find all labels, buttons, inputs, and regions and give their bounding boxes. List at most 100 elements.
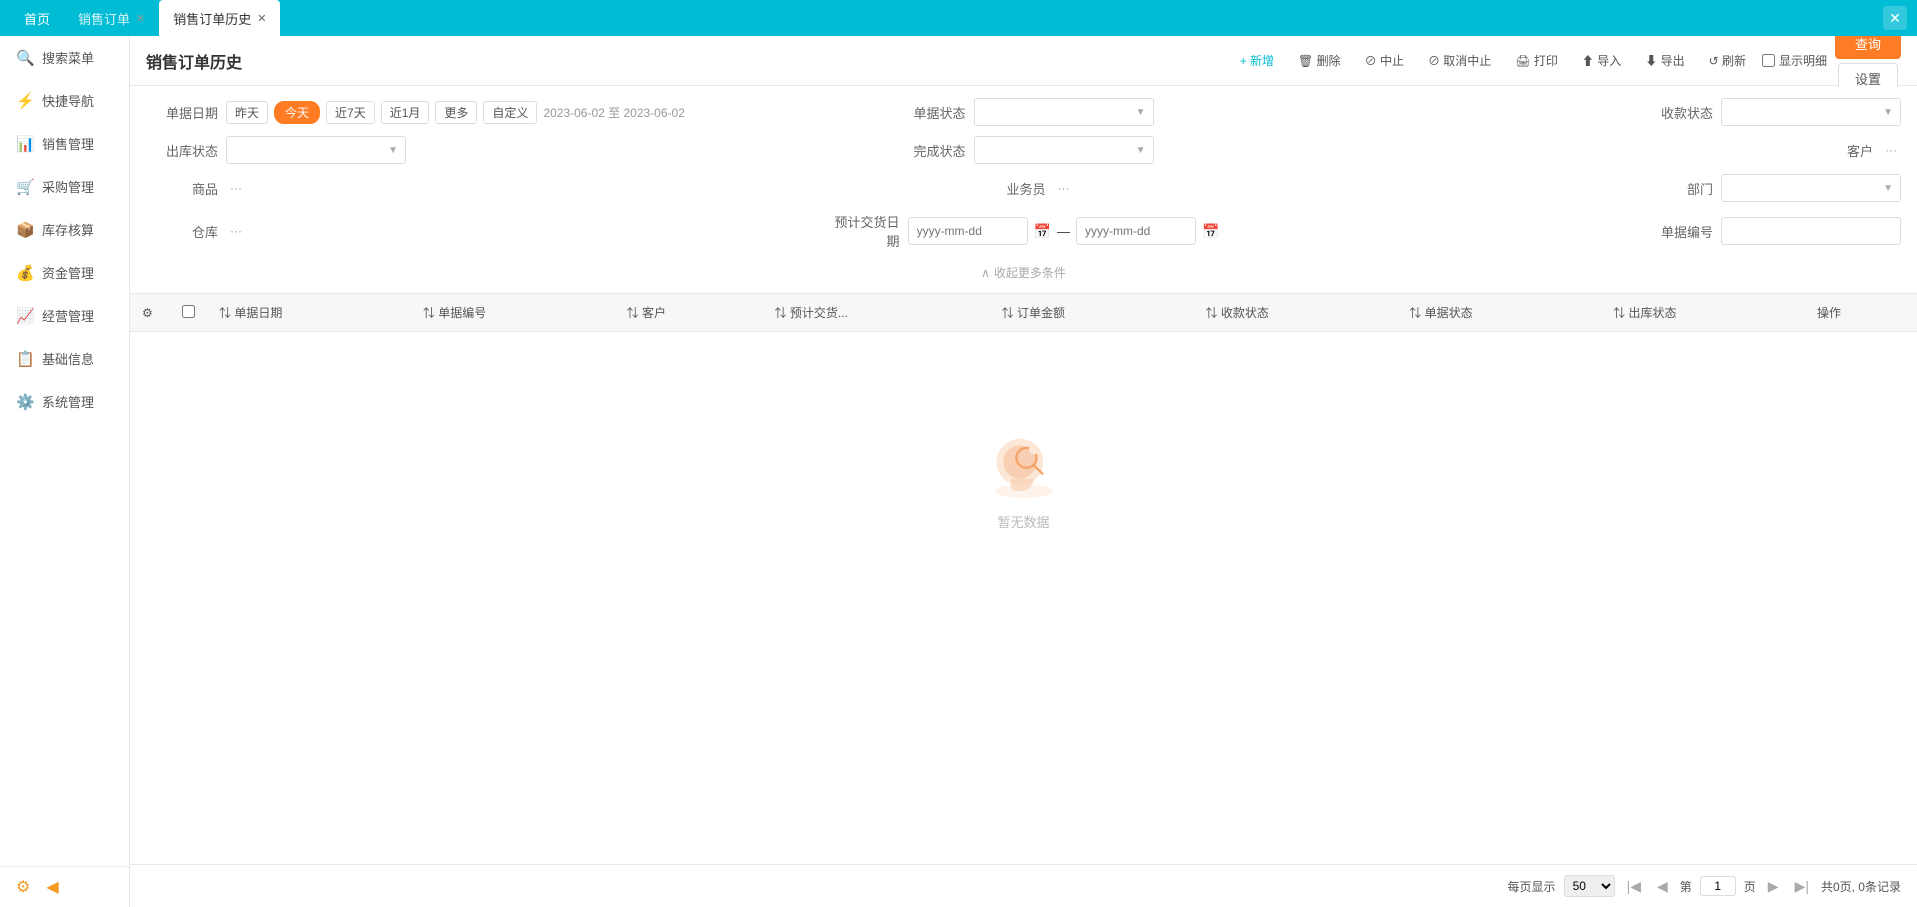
table-header-payment-status[interactable]: ⇅ 收款状态	[1193, 294, 1397, 332]
topbar-close-button[interactable]: ✕	[1883, 6, 1907, 30]
collapse-sidebar-icon[interactable]: ◀	[46, 877, 58, 897]
select-all-checkbox[interactable]	[182, 305, 195, 318]
filter-row-3: 商品 ··· 业务员 ··· 部门 ▼	[146, 174, 1901, 202]
date-btn-7days[interactable]: 近7天	[326, 101, 375, 124]
date-btn-1month[interactable]: 近1月	[381, 101, 430, 124]
sidebar-item-sys-mgmt-label: 系统管理	[42, 392, 94, 411]
toolbar: + 新增 🗑 删除 ⊘ 中止 ⊘ 取消中止 🖨 打印 ⬆ 导入 ⬇ 导出 ↺ 刷…	[1232, 36, 1901, 94]
table-header-customer[interactable]: ⇅ 客户	[615, 294, 763, 332]
tab-sales-order-history[interactable]: 销售订单历史 ✕	[159, 0, 280, 36]
table-area: ⚙ ⇅ 单据日期 ⇅ 单据编号 ⇅	[130, 294, 1917, 864]
import-button[interactable]: ⬆ 导入	[1574, 48, 1629, 73]
page-size-label: 每页显示	[1508, 878, 1556, 895]
out-stock-select-wrap: ▼	[226, 136, 406, 164]
filter-col-customer: 客户 ···	[1316, 141, 1901, 160]
basic-info-icon: 📋	[16, 350, 34, 368]
date-btn-custom[interactable]: 自定义	[483, 101, 537, 124]
table-header-amount[interactable]: ⇅ 订单金额	[990, 294, 1194, 332]
cancel-stop-button[interactable]: ⊘ 取消中止	[1420, 48, 1499, 73]
stop-button[interactable]: ⊘ 中止	[1357, 48, 1412, 73]
sidebar-item-basic-info[interactable]: 📋 基础信息	[0, 337, 129, 380]
filter-col-dept: 部门 ▼	[1316, 174, 1901, 202]
date-to-calendar-icon[interactable]: 📅	[1202, 223, 1219, 240]
print-button[interactable]: 🖨 打印	[1507, 48, 1566, 73]
next-page-button[interactable]: ▶	[1764, 876, 1783, 897]
collapse-label: 收起更多条件	[994, 264, 1066, 281]
table-header-no[interactable]: ⇅ 单据编号	[411, 294, 615, 332]
filter-col-order-no: 单据编号	[1316, 217, 1901, 245]
empty-illustration	[974, 412, 1074, 512]
order-status-select[interactable]	[974, 98, 1154, 126]
tab-sales-order-history-close[interactable]: ✕	[257, 12, 266, 25]
salesperson-more-btn[interactable]: ···	[1054, 181, 1074, 195]
table-header-checkbox	[170, 294, 207, 332]
display-detail-label: 显示明细	[1779, 52, 1827, 69]
col-no-label: 单据编号	[438, 306, 486, 320]
filter-row-4: 仓库 ··· 预计交货日期 📅 — 📅 单据编号	[146, 212, 1901, 250]
out-stock-select[interactable]	[226, 136, 406, 164]
new-button[interactable]: + 新增	[1232, 48, 1282, 73]
sidebar-item-funds-mgmt[interactable]: 💰 资金管理	[0, 251, 129, 294]
sidebar-item-quick-nav[interactable]: ⚡ 快捷导航	[0, 79, 129, 122]
collapse-button[interactable]: ∧ 收起更多条件	[146, 260, 1901, 281]
tab-sales-order-close[interactable]: ✕	[136, 12, 145, 25]
complete-status-select[interactable]	[974, 136, 1154, 164]
delivery-date-from-input[interactable]	[908, 217, 1028, 245]
sort-icon-order-status: ⇅	[1409, 306, 1421, 320]
date-from-calendar-icon[interactable]: 📅	[1034, 223, 1051, 240]
sidebar-item-search-menu[interactable]: 🔍 搜索菜单	[0, 36, 129, 79]
sidebar-item-sales-mgmt[interactable]: 📊 销售管理	[0, 122, 129, 165]
display-detail-checkbox[interactable]	[1762, 54, 1775, 67]
tab-home[interactable]: 首页	[10, 0, 64, 36]
inventory-icon: 📦	[16, 221, 34, 239]
dept-select-wrap: ▼	[1721, 174, 1901, 202]
col-amount-label: 订单金额	[1017, 306, 1065, 320]
tab-sales-order[interactable]: 销售订单 ✕	[64, 0, 159, 36]
prev-page-button[interactable]: ◀	[1653, 876, 1672, 897]
table-header-gear[interactable]: ⚙	[130, 294, 170, 332]
first-page-button[interactable]: |◀	[1623, 876, 1645, 897]
topbar-right: ✕	[1883, 6, 1907, 30]
ops-mgmt-icon: 📈	[16, 307, 34, 325]
sidebar-item-quick-nav-label: 快捷导航	[42, 91, 94, 110]
table-footer: 每页显示 50 10 20 100 |◀ ◀ 第 页 ▶ ▶| 共0页, 0条记…	[130, 864, 1917, 907]
order-no-input[interactable]	[1721, 217, 1901, 245]
complete-status-select-wrap: ▼	[974, 136, 1154, 164]
page-label-after: 页	[1744, 878, 1756, 895]
export-button[interactable]: ⬇ 导出	[1637, 48, 1692, 73]
date-btn-yesterday[interactable]: 昨天	[226, 101, 268, 124]
page-number-input[interactable]	[1700, 876, 1736, 896]
sidebar-item-purchase-mgmt-label: 采购管理	[42, 177, 94, 196]
table-header-date[interactable]: ⇅ 单据日期	[207, 294, 411, 332]
last-page-button[interactable]: ▶|	[1791, 876, 1813, 897]
sales-mgmt-icon: 📊	[16, 135, 34, 153]
query-button[interactable]: 查询	[1835, 36, 1901, 59]
goods-more-btn[interactable]: ···	[226, 181, 246, 195]
delivery-date-to-input[interactable]	[1076, 217, 1196, 245]
sidebar-item-sys-mgmt[interactable]: ⚙️ 系统管理	[0, 380, 129, 423]
date-btn-more[interactable]: 更多	[435, 101, 477, 124]
col-payment-status-label: 收款状态	[1221, 306, 1269, 320]
table-header-out-status[interactable]: ⇅ 出库状态	[1601, 294, 1805, 332]
empty-state: 暂无数据	[130, 332, 1917, 611]
table-header-delivery[interactable]: ⇅ 预计交货...	[762, 294, 989, 332]
payment-status-select[interactable]	[1721, 98, 1901, 126]
sidebar-item-sales-mgmt-label: 销售管理	[42, 134, 94, 153]
tab-sales-order-history-label: 销售订单历史	[173, 9, 251, 28]
sidebar-item-ops-mgmt[interactable]: 📈 经营管理	[0, 294, 129, 337]
filter-col-warehouse: 仓库 ···	[146, 222, 731, 241]
dept-select[interactable]	[1721, 174, 1901, 202]
page-label-before: 第	[1680, 878, 1692, 895]
warehouse-more-btn[interactable]: ···	[226, 224, 246, 238]
sidebar-item-inventory[interactable]: 📦 库存核算	[0, 208, 129, 251]
settings-bottom-icon[interactable]: ⚙	[16, 877, 30, 897]
customer-more-btn[interactable]: ···	[1881, 143, 1901, 157]
page-size-select[interactable]: 50 10 20 100	[1564, 875, 1615, 897]
table-header-order-status[interactable]: ⇅ 单据状态	[1397, 294, 1601, 332]
delete-button[interactable]: 🗑 删除	[1290, 48, 1349, 73]
sidebar-item-purchase-mgmt[interactable]: 🛒 采购管理	[0, 165, 129, 208]
goods-label: 商品	[146, 179, 226, 198]
refresh-button[interactable]: ↺ 刷新	[1701, 48, 1754, 73]
date-btn-today[interactable]: 今天	[274, 101, 320, 124]
table-header: ⚙ ⇅ 单据日期 ⇅ 单据编号 ⇅	[130, 294, 1917, 332]
